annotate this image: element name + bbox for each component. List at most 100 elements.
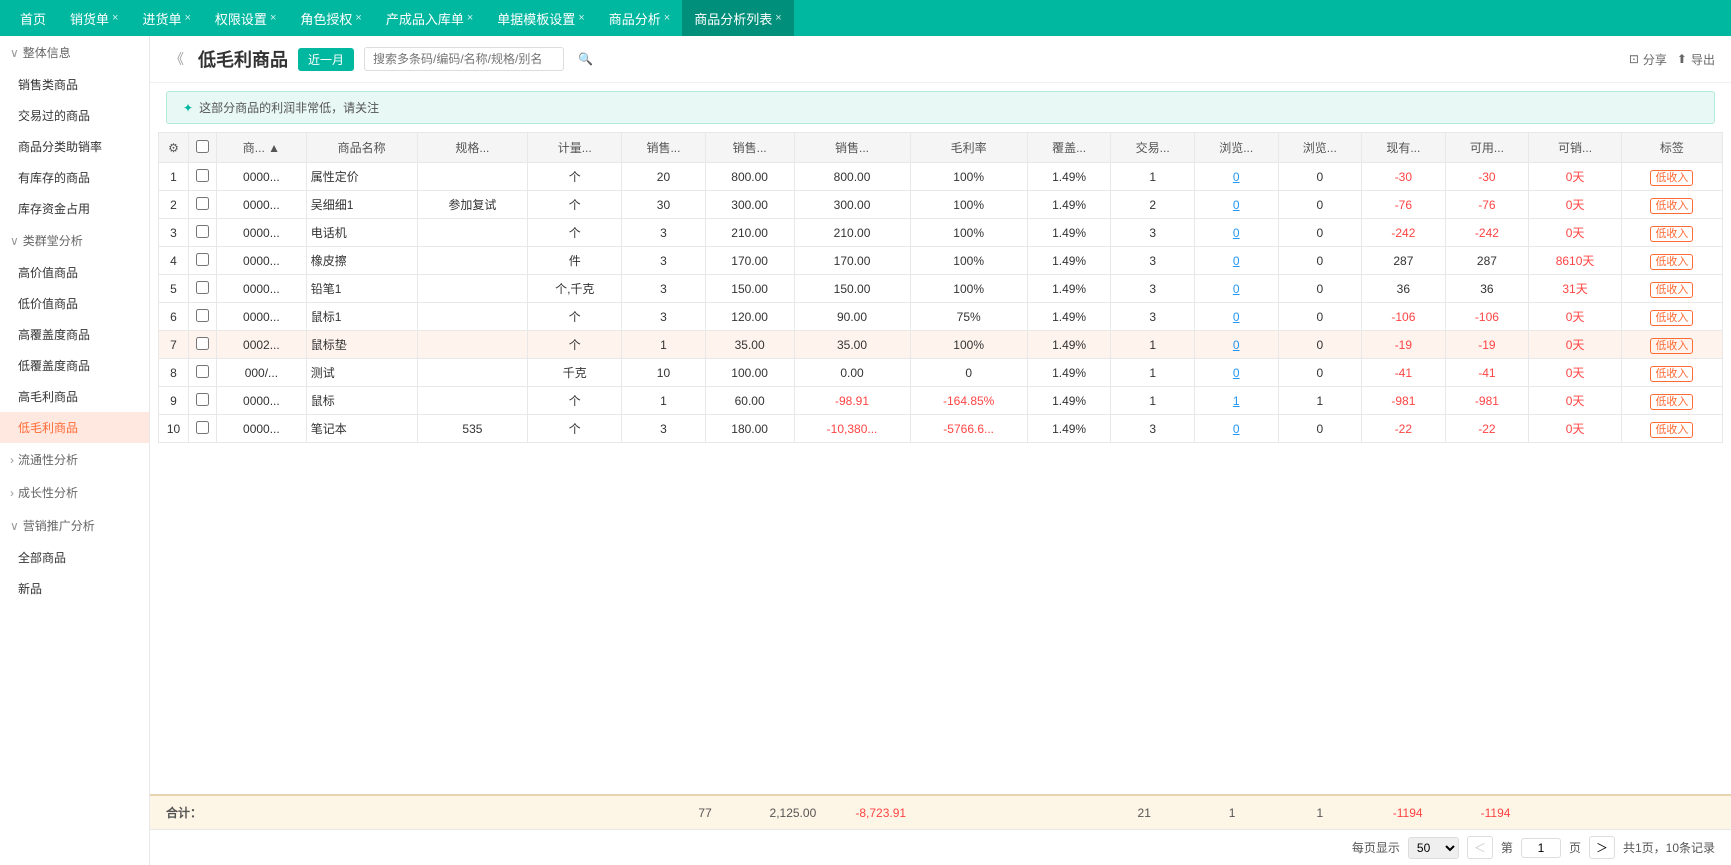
row-sellable: 0天 — [1529, 387, 1622, 415]
row-browse1[interactable]: 1 — [1194, 387, 1278, 415]
nav-product-entry[interactable]: 产成品入库单 × — [374, 0, 485, 36]
row-checkbox[interactable] — [196, 309, 209, 322]
search-icon[interactable]: 🔍 — [578, 52, 593, 66]
page-size-select[interactable]: 50 100 200 — [1408, 837, 1459, 859]
close-icon[interactable]: × — [775, 12, 781, 24]
col-header-current[interactable]: 现有... — [1362, 133, 1446, 163]
close-icon[interactable]: × — [270, 12, 276, 24]
row-browse1[interactable]: 0 — [1194, 219, 1278, 247]
row-check[interactable] — [189, 219, 217, 247]
row-browse1[interactable]: 0 — [1194, 415, 1278, 443]
sidebar-item-traded-products[interactable]: 交易过的商品 — [0, 100, 149, 131]
nav-purchase[interactable]: 进货单 × — [130, 0, 202, 36]
sidebar-group-cluster[interactable]: ∨ 类群堂分析 — [0, 224, 149, 257]
col-header-name[interactable]: 商品名称 — [306, 133, 417, 163]
date-filter-button[interactable]: 近一月 — [298, 48, 354, 71]
col-header-spec[interactable]: 规格... — [417, 133, 528, 163]
warning-icon: ✦ — [183, 101, 193, 115]
row-check[interactable] — [189, 387, 217, 415]
row-current: -19 — [1362, 331, 1446, 359]
tag-badge: 低收入 — [1650, 338, 1693, 354]
col-header-browse1[interactable]: 浏览... — [1194, 133, 1278, 163]
row-browse1[interactable]: 0 — [1194, 247, 1278, 275]
row-coverage: 1.49% — [1027, 331, 1111, 359]
prev-page-button[interactable]: ＜ — [1467, 836, 1493, 859]
sidebar-group-growth[interactable]: › 成长性分析 — [0, 476, 149, 509]
sidebar-item-all-products[interactable]: 全部商品 — [0, 542, 149, 573]
sidebar-group-circulation[interactable]: › 流通性分析 — [0, 443, 149, 476]
col-header-settings[interactable]: ⚙ — [159, 133, 189, 163]
page-number-input[interactable] — [1521, 838, 1561, 858]
close-icon[interactable]: × — [578, 12, 584, 24]
row-browse1[interactable]: 0 — [1194, 163, 1278, 191]
collapse-sidebar-button[interactable]: 《 — [166, 49, 188, 69]
close-icon[interactable]: × — [664, 12, 670, 24]
row-checkbox[interactable] — [196, 337, 209, 350]
select-all-checkbox[interactable] — [196, 140, 209, 153]
sidebar-item-low-value[interactable]: 低价值商品 — [0, 288, 149, 319]
sidebar-item-new-products[interactable]: 新品 — [0, 573, 149, 604]
row-check[interactable] — [189, 163, 217, 191]
sidebar-item-high-margin[interactable]: 高毛利商品 — [0, 381, 149, 412]
col-header-unit[interactable]: 计量... — [528, 133, 622, 163]
col-header-sales-amount[interactable]: 销售... — [794, 133, 910, 163]
row-browse1[interactable]: 0 — [1194, 359, 1278, 387]
row-browse1[interactable]: 0 — [1194, 191, 1278, 219]
nav-analysis[interactable]: 商品分析 × — [597, 0, 682, 36]
col-header-code[interactable]: 商... ▲ — [217, 133, 307, 163]
row-check[interactable] — [189, 415, 217, 443]
col-header-gross-margin[interactable]: 毛利率 — [910, 133, 1027, 163]
row-checkbox[interactable] — [196, 225, 209, 238]
close-icon[interactable]: × — [184, 12, 190, 24]
sidebar-item-stock-products[interactable]: 有库存的商品 — [0, 162, 149, 193]
row-checkbox[interactable] — [196, 197, 209, 210]
sidebar-item-low-margin[interactable]: 低毛利商品 — [0, 412, 149, 443]
row-browse1[interactable]: 0 — [1194, 275, 1278, 303]
sidebar-item-high-value[interactable]: 高价值商品 — [0, 257, 149, 288]
sidebar-item-category-rate[interactable]: 商品分类助销率 — [0, 131, 149, 162]
sidebar-item-high-coverage[interactable]: 高覆盖度商品 — [0, 319, 149, 350]
col-header-sales-qty[interactable]: 销售... — [622, 133, 706, 163]
col-header-tag[interactable]: 标签 — [1621, 133, 1722, 163]
nav-sales[interactable]: 销货单 × — [58, 0, 130, 36]
col-header-sellable[interactable]: 可销... — [1529, 133, 1622, 163]
nav-roles[interactable]: 角色授权 × — [288, 0, 373, 36]
row-checkbox[interactable] — [196, 365, 209, 378]
row-checkbox[interactable] — [196, 393, 209, 406]
close-icon[interactable]: × — [112, 12, 118, 24]
col-header-browse2[interactable]: 浏览... — [1278, 133, 1362, 163]
close-icon[interactable]: × — [355, 12, 361, 24]
nav-analysis-list[interactable]: 商品分析列表 × — [682, 0, 793, 36]
col-header-sales-price[interactable]: 销售... — [705, 133, 794, 163]
close-icon[interactable]: × — [467, 12, 473, 24]
row-check[interactable] — [189, 191, 217, 219]
row-checkbox[interactable] — [196, 253, 209, 266]
row-check[interactable] — [189, 359, 217, 387]
sidebar-group-marketing[interactable]: ∨ 营销推广分析 — [0, 509, 149, 542]
row-checkbox[interactable] — [196, 421, 209, 434]
row-check[interactable] — [189, 275, 217, 303]
sidebar-item-low-coverage[interactable]: 低覆盖度商品 — [0, 350, 149, 381]
row-browse1[interactable]: 0 — [1194, 303, 1278, 331]
row-checkbox[interactable] — [196, 169, 209, 182]
share-button[interactable]: ⊡ 分享 — [1629, 51, 1667, 68]
row-gross-margin: -164.85% — [910, 387, 1027, 415]
sidebar-item-sales-products[interactable]: 销售类商品 — [0, 69, 149, 100]
row-check[interactable] — [189, 247, 217, 275]
row-checkbox[interactable] — [196, 281, 209, 294]
sidebar-item-stock-capital[interactable]: 库存资金占用 — [0, 193, 149, 224]
nav-template[interactable]: 单据模板设置 × — [485, 0, 596, 36]
nav-permissions[interactable]: 权限设置 × — [203, 0, 288, 36]
sidebar-group-overall[interactable]: ∨ 整体信息 — [0, 36, 149, 69]
nav-home[interactable]: 首页 — [8, 0, 58, 36]
row-check[interactable] — [189, 331, 217, 359]
col-header-trade[interactable]: 交易... — [1111, 133, 1195, 163]
row-check[interactable] — [189, 303, 217, 331]
search-input[interactable] — [364, 47, 564, 71]
row-browse1[interactable]: 0 — [1194, 331, 1278, 359]
row-unit: 千克 — [528, 359, 622, 387]
next-page-button[interactable]: ＞ — [1589, 836, 1615, 859]
col-header-available[interactable]: 可用... — [1445, 133, 1529, 163]
col-header-coverage[interactable]: 覆盖... — [1027, 133, 1111, 163]
export-button[interactable]: ⬆ 导出 — [1677, 51, 1715, 68]
